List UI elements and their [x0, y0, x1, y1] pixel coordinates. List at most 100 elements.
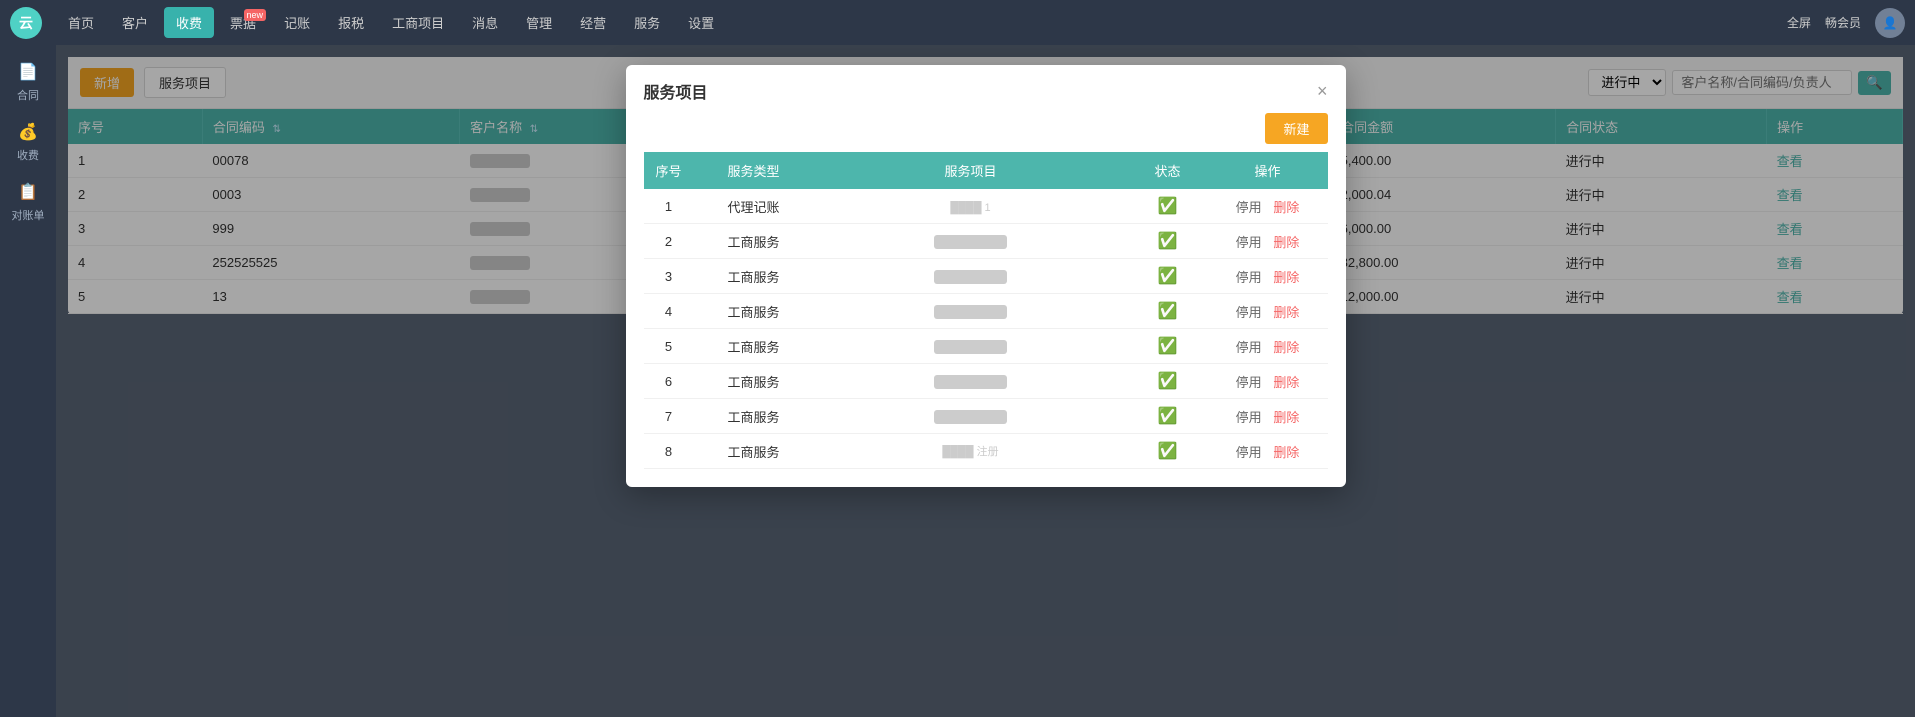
- nav-service[interactable]: 服务: [622, 7, 672, 38]
- stop-button[interactable]: 停用: [1236, 270, 1262, 285]
- modal-cell-op: 停用 删除: [1208, 329, 1328, 364]
- modal-cell-item: [814, 224, 1128, 259]
- status-check-icon: ✅: [1158, 443, 1178, 460]
- sidebar-item-fee[interactable]: 💰 收费: [3, 113, 53, 171]
- modal-cell-seq: 6: [644, 364, 694, 399]
- modal-cell-item: [814, 294, 1128, 329]
- status-check-icon: ✅: [1158, 338, 1178, 355]
- modal-col-op: 操作: [1208, 152, 1328, 189]
- nav-business[interactable]: 工商项目: [380, 7, 456, 38]
- nav-items: 首页 客户 收费 票据 new 记账 报税 工商项目 消息 管理 经营 服务 设…: [56, 7, 1787, 38]
- sidebar-label-fee: 收费: [17, 147, 39, 163]
- delete-button[interactable]: 删除: [1273, 410, 1299, 425]
- main-content: 新增 服务项目 进行中 已结束 全部 🔍 序号 合同编码: [56, 45, 1915, 717]
- nav-home[interactable]: 首页: [56, 7, 106, 38]
- modal-cell-status: ✅: [1128, 224, 1208, 259]
- modal-overlay: 服务项目 × 新建 序号 服务类型 服务项目 状态: [56, 45, 1915, 717]
- modal-col-seq: 序号: [644, 152, 694, 189]
- modal-cell-seq: 2: [644, 224, 694, 259]
- modal-cell-seq: 5: [644, 329, 694, 364]
- delete-button[interactable]: 删除: [1273, 200, 1299, 215]
- stop-button[interactable]: 停用: [1236, 445, 1262, 460]
- nav-operation[interactable]: 经营: [568, 7, 618, 38]
- stop-button[interactable]: 停用: [1236, 340, 1262, 355]
- modal-cell-type: 工商服务: [694, 364, 814, 399]
- fullscreen-label[interactable]: 全屏: [1787, 14, 1811, 31]
- modal-cell-item: [814, 259, 1128, 294]
- modal-table-row: 8 工商服务 ████ 注册 ✅ 停用 删除: [644, 434, 1328, 469]
- top-nav: 云 首页 客户 收费 票据 new 记账 报税 工商项目 消息 管理 经营 服务…: [0, 0, 1915, 45]
- modal-cell-seq: 8: [644, 434, 694, 469]
- modal-service-table: 序号 服务类型 服务项目 状态 操作 1 代理记账 ████ 1 ✅ 停用 删除: [644, 152, 1328, 469]
- modal-cell-item: [814, 329, 1128, 364]
- modal-cell-item: [814, 364, 1128, 399]
- nav-customer[interactable]: 客户: [110, 7, 160, 38]
- stop-button[interactable]: 停用: [1236, 410, 1262, 425]
- modal-cell-type: 代理记账: [694, 189, 814, 224]
- statement-icon: 📋: [17, 181, 39, 203]
- modal-table-row: 6 工商服务 ✅ 停用 删除: [644, 364, 1328, 399]
- delete-button[interactable]: 删除: [1273, 340, 1299, 355]
- modal-close-button[interactable]: ×: [1317, 82, 1328, 100]
- modal-cell-status: ✅: [1128, 189, 1208, 224]
- modal-cell-status: ✅: [1128, 329, 1208, 364]
- nav-settings[interactable]: 设置: [676, 7, 726, 38]
- nav-invoice[interactable]: 票据 new: [218, 7, 268, 38]
- delete-button[interactable]: 删除: [1273, 305, 1299, 320]
- nav-manage[interactable]: 管理: [514, 7, 564, 38]
- delete-button[interactable]: 删除: [1273, 375, 1299, 390]
- member-label[interactable]: 畅会员: [1825, 14, 1861, 31]
- top-nav-right: 全屏 畅会员 👤: [1787, 8, 1905, 38]
- modal-cell-seq: 7: [644, 399, 694, 434]
- modal-cell-op: 停用 删除: [1208, 259, 1328, 294]
- modal-cell-type: 工商服务: [694, 329, 814, 364]
- sidebar-label-statement: 对账单: [12, 207, 45, 223]
- delete-button[interactable]: 删除: [1273, 235, 1299, 250]
- modal-table-row: 1 代理记账 ████ 1 ✅ 停用 删除: [644, 189, 1328, 224]
- modal-cell-type: 工商服务: [694, 259, 814, 294]
- modal-table-row: 7 工商服务 ✅ 停用 删除: [644, 399, 1328, 434]
- modal-table-row: 5 工商服务 ✅ 停用 删除: [644, 329, 1328, 364]
- stop-button[interactable]: 停用: [1236, 200, 1262, 215]
- modal-table-row: 3 工商服务 ✅ 停用 删除: [644, 259, 1328, 294]
- modal-cell-item: ████ 注册: [814, 434, 1128, 469]
- nav-message[interactable]: 消息: [460, 7, 510, 38]
- modal-cell-status: ✅: [1128, 399, 1208, 434]
- service-modal: 服务项目 × 新建 序号 服务类型 服务项目 状态: [626, 65, 1346, 487]
- modal-cell-status: ✅: [1128, 294, 1208, 329]
- modal-cell-op: 停用 删除: [1208, 294, 1328, 329]
- sidebar-label-contract: 合同: [17, 87, 39, 103]
- modal-cell-op: 停用 删除: [1208, 399, 1328, 434]
- modal-cell-type: 工商服务: [694, 224, 814, 259]
- new-badge: new: [244, 9, 267, 21]
- modal-col-item: 服务项目: [814, 152, 1128, 189]
- layout: 📄 合同 💰 收费 📋 对账单 新增 服务项目 进行中 已结束 全部: [0, 45, 1915, 717]
- modal-cell-seq: 4: [644, 294, 694, 329]
- avatar[interactable]: 👤: [1875, 8, 1905, 38]
- nav-tax[interactable]: 报税: [326, 7, 376, 38]
- delete-button[interactable]: 删除: [1273, 445, 1299, 460]
- modal-col-status: 状态: [1128, 152, 1208, 189]
- status-check-icon: ✅: [1158, 408, 1178, 425]
- modal-table-row: 2 工商服务 ✅ 停用 删除: [644, 224, 1328, 259]
- fee-icon: 💰: [17, 121, 39, 143]
- modal-col-type: 服务类型: [694, 152, 814, 189]
- status-check-icon: ✅: [1158, 373, 1178, 390]
- modal-cell-seq: 3: [644, 259, 694, 294]
- sidebar-item-contract[interactable]: 📄 合同: [3, 53, 53, 111]
- nav-account[interactable]: 记账: [272, 7, 322, 38]
- stop-button[interactable]: 停用: [1236, 235, 1262, 250]
- status-check-icon: ✅: [1158, 233, 1178, 250]
- modal-cell-op: 停用 删除: [1208, 434, 1328, 469]
- stop-button[interactable]: 停用: [1236, 305, 1262, 320]
- modal-cell-status: ✅: [1128, 364, 1208, 399]
- modal-cell-status: ✅: [1128, 259, 1208, 294]
- stop-button[interactable]: 停用: [1236, 375, 1262, 390]
- modal-new-button[interactable]: 新建: [1265, 113, 1327, 144]
- modal-cell-type: 工商服务: [694, 434, 814, 469]
- modal-header: 服务项目 ×: [626, 65, 1346, 103]
- contract-icon: 📄: [17, 61, 39, 83]
- sidebar-item-statement[interactable]: 📋 对账单: [3, 173, 53, 231]
- nav-fee[interactable]: 收费: [164, 7, 214, 38]
- delete-button[interactable]: 删除: [1273, 270, 1299, 285]
